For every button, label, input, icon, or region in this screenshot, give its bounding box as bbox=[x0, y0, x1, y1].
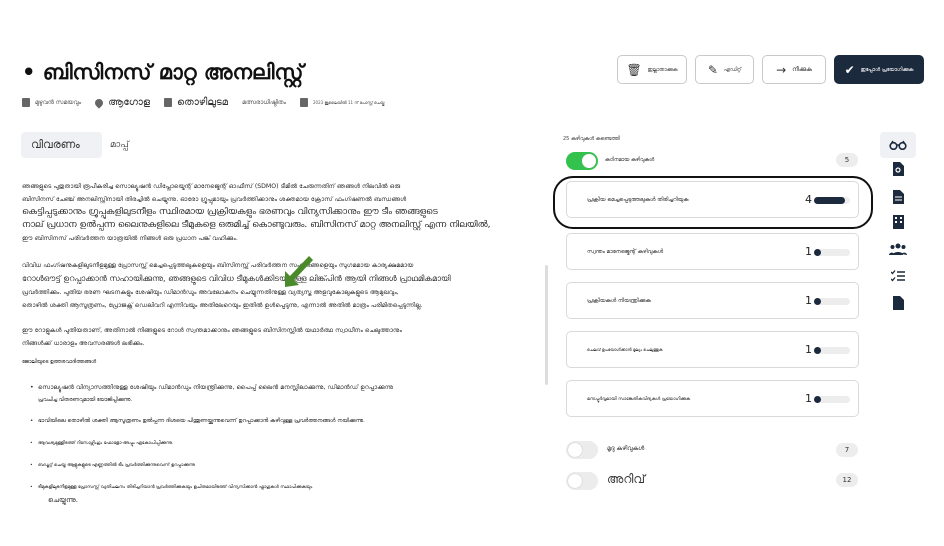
skill-card[interactable]: സ്വന്തം മാനേജ്മെന്റ് കഴിവുകൾ 1 bbox=[566, 233, 859, 270]
tab-description[interactable]: വിവരണം bbox=[21, 132, 102, 158]
pencil-icon: ✎ bbox=[707, 62, 718, 77]
list-item: ആവശ്യമുള്ളിടത്ത് റിസോഴ്സിംഗും ഫോളോ-അപ്പു… bbox=[22, 437, 542, 450]
knowledge-label: അറിവ് bbox=[607, 472, 646, 486]
delete-button[interactable]: 🗑 ഇല്ലാതാക്കുക bbox=[617, 55, 687, 84]
hard-skills-toggle[interactable] bbox=[566, 152, 598, 170]
meta-posted: 2023 ജൂലൈയിൽ 11 ന് പോസ്റ്റ് ചെയ്തു bbox=[300, 98, 384, 107]
description-paragraph: ഈ റോളുകൾ പുതിയതാണ്, അതിനാൽ നിങ്ങളുടെ റോൾ… bbox=[22, 327, 403, 347]
hard-skills-badge: 5 bbox=[836, 153, 858, 167]
knowledge-badge: 12 bbox=[836, 473, 858, 487]
skill-level-bar bbox=[814, 298, 850, 305]
green-arrow-icon bbox=[285, 256, 313, 287]
skill-card[interactable]: പ്രക്രിയകൾ നിയന്ത്രിക്കുക 1 bbox=[566, 282, 859, 319]
apply-now-button[interactable]: ✔ ഇപ്പോൾ പ്രയോഗിക്കുക bbox=[834, 55, 924, 84]
meta-employer: തൊഴിലുടമ bbox=[164, 97, 228, 108]
soft-skills-badge: 7 bbox=[836, 443, 858, 457]
meta-salary: മത്സരാധിഷ്ഠിതം bbox=[242, 98, 286, 106]
list-item-continuation: പ്രവചിച്ച വിതരണവുമായി യോജിപ്പിക്കുന്നു. bbox=[38, 397, 133, 403]
responsibilities-heading: ജോലിയുടെ ഉത്തരവാദിത്തങ്ങൾ bbox=[22, 359, 97, 365]
meta-location: ആഗോള bbox=[93, 96, 150, 109]
users-icon[interactable] bbox=[880, 240, 916, 258]
document-icon[interactable] bbox=[880, 188, 916, 206]
highlight-outline bbox=[553, 176, 873, 229]
list-item: ബഡ്ജറ്റ് ചെയ്ത ആളുകളുടെ എണ്ണത്തിൽ ടീം പ്… bbox=[22, 459, 542, 472]
description-paragraph: ഞങ്ങളുടെ പുതുതായി രൂപീകരിച്ച സൊല്യൂഷൻ ഡി… bbox=[22, 183, 491, 242]
skill-card[interactable]: മനഃപ്പൂർവ്വമായി സാങ്കേതികവിദ്യകൾ പ്രയോഗി… bbox=[566, 380, 859, 417]
list-item-continuation: ചെയ്യുന്നു. bbox=[48, 496, 78, 504]
skill-card[interactable]: ചെലവ് ഉപയോഗിക്കാൻ മൂല്യം ചെലുത്തുക 1 bbox=[566, 331, 859, 368]
hard-skills-label: കഠിനമായ കഴിവുകൾ bbox=[605, 157, 655, 163]
skill-level-bar bbox=[814, 249, 850, 256]
skills-count: 25 കഴിവുകൾ കണ്ടെത്തി bbox=[563, 136, 621, 142]
description-paragraph: വിവിധ ഫംഗ്ഷനുകളിലുടനീളമുള്ള പ്രോസസ്സ് മെ… bbox=[22, 262, 451, 309]
list-item: ഭാവിയിലെ തൊഴിൽ ശക്തി ആസൂത്രണം ഉൽപ്പന്ന ദ… bbox=[22, 415, 542, 428]
document-search-icon[interactable] bbox=[880, 160, 916, 178]
glasses-icon[interactable] bbox=[880, 132, 916, 158]
calendar-icon bbox=[300, 98, 308, 107]
move-button[interactable]: → നീക്കുക bbox=[762, 55, 826, 84]
trash-icon: 🗑 bbox=[626, 62, 642, 77]
list-item: ടീമുകളിലുടനീളമുള്ള പ്രോസസ്സ് വ്യതിചലനം ത… bbox=[22, 481, 542, 494]
job-meta: മുഴുവൻ സമയവും ആഗോള തൊഴിലുടമ മത്സരാധിഷ്ഠി… bbox=[22, 96, 398, 109]
knowledge-toggle[interactable] bbox=[566, 472, 598, 490]
soft-skills-toggle[interactable] bbox=[566, 441, 598, 459]
job-description: ഞങ്ങളുടെ പുതുതായി രൂപീകരിച്ച സൊല്യൂഷൻ ഡി… bbox=[22, 180, 542, 507]
responsibilities-list: സൊല്യൂഷൻ വിന്യാസത്തിനുള്ള ശേഷിയും ഡിമാൻഡ… bbox=[22, 381, 542, 507]
tab-map[interactable]: മാപ്പ് bbox=[110, 132, 129, 158]
checklist-icon[interactable] bbox=[880, 267, 916, 285]
skill-level-bar bbox=[814, 347, 850, 354]
arrow-right-icon: → bbox=[776, 62, 787, 77]
soft-skills-label: മൃദു കഴിവുകൾ bbox=[607, 445, 645, 452]
check-icon: ✔ bbox=[844, 62, 855, 77]
meta-employment-type: മുഴുവൻ സമയവും bbox=[22, 98, 81, 107]
description-scrollbar[interactable] bbox=[545, 265, 548, 385]
location-pin-icon bbox=[93, 96, 105, 109]
building-icon[interactable] bbox=[880, 213, 916, 231]
suitcase-icon bbox=[22, 98, 30, 107]
file-icon[interactable] bbox=[880, 294, 916, 312]
skill-level-bar bbox=[814, 396, 850, 403]
edit-button[interactable]: ✎ എഡിറ്റ് bbox=[695, 55, 754, 84]
list-item: സൊല്യൂഷൻ വിന്യാസത്തിനുള്ള ശേഷിയും ഡിമാൻഡ… bbox=[22, 381, 542, 394]
page-title: • ബിസിനസ് മാറ്റ അനലിസ്റ്റ് bbox=[22, 60, 304, 84]
building-icon bbox=[164, 98, 173, 107]
